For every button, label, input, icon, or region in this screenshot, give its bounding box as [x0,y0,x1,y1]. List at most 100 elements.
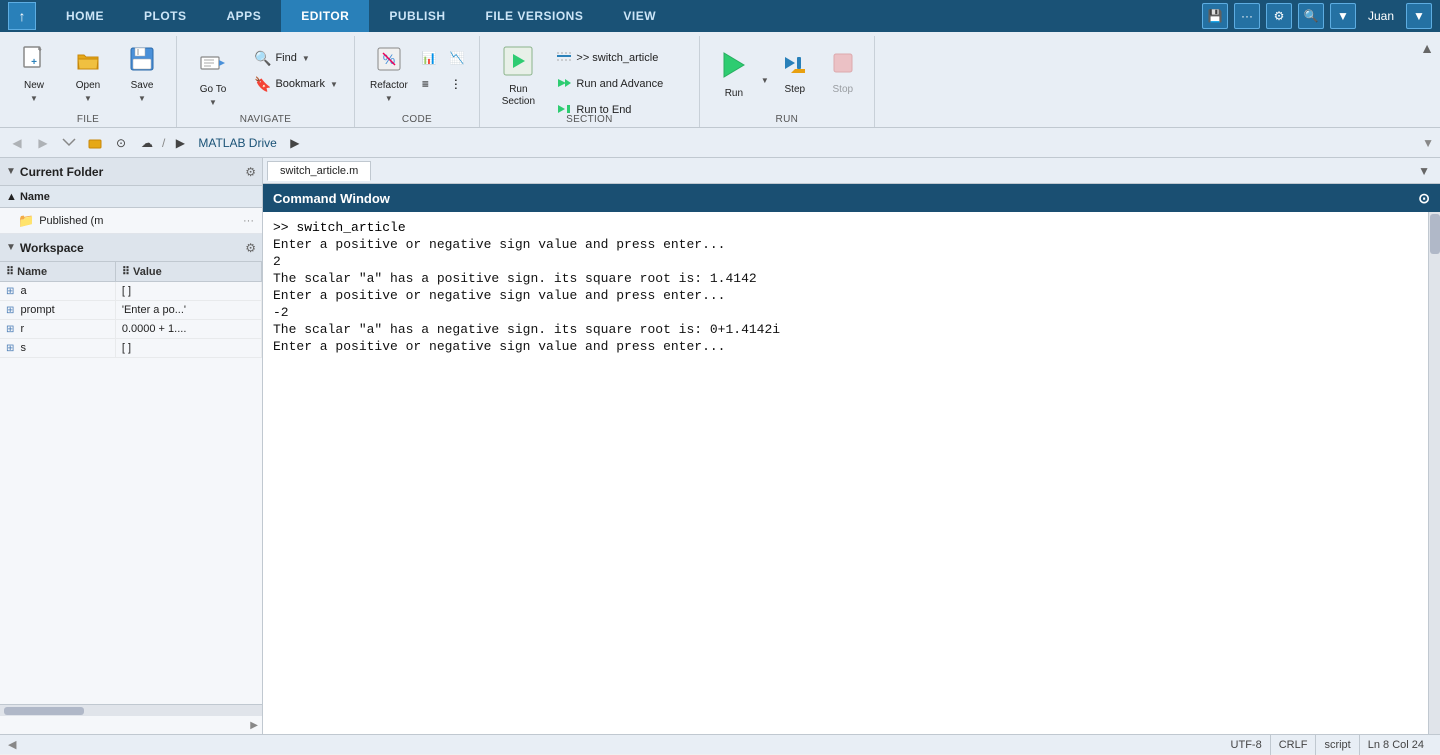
new-icon: + [20,45,48,78]
code-btn3[interactable]: ≡ [417,72,443,96]
bookmark-dropdown-arrow[interactable]: ▼ [329,78,339,91]
refactor-label: Refactor [370,80,408,92]
find-label: Find [275,52,296,64]
cloud-button[interactable]: ☁ [136,132,158,154]
indent1-button[interactable]: 📊 [417,46,443,70]
current-folder-settings[interactable]: ⚙ [245,165,256,179]
scroll-left-arrow[interactable]: ◀ [8,739,16,751]
tab-view[interactable]: VIEW [603,0,676,32]
col-value-icon: ⠿ [122,266,130,278]
tab-publish[interactable]: PUBLISH [369,0,465,32]
cmd-scrollbar[interactable] [1428,212,1440,734]
ribbon-collapse-btn[interactable]: ▲ [1420,40,1434,56]
ribbon-group-run: Run ▼ Step [700,36,875,127]
sidebar-scroll-thumb[interactable] [4,707,84,715]
settings-icon-btn[interactable]: ⚙ [1266,3,1292,29]
open-dropdown-arrow[interactable]: ▼ [83,92,93,105]
workspace-section: ▼ Workspace ⚙ ⠿ Name ⠿ Value [0,234,262,358]
refactor-dropdown-arrow[interactable]: ▼ [384,92,394,105]
code-btn4[interactable]: ⋮ [445,72,471,96]
run-icon [718,49,750,86]
tab-file-versions[interactable]: FILE VERSIONS [466,0,604,32]
svg-text:+: + [31,57,37,68]
workspace-settings[interactable]: ⚙ [245,241,256,255]
col-name-header: ⠿ Name [0,262,115,282]
refactor-button[interactable]: % Refactor ▼ [363,40,415,110]
save-icon-btn[interactable]: 💾 [1202,3,1228,29]
new-button[interactable]: + New ▼ [8,40,60,110]
workspace-title: Workspace [20,241,241,255]
folder-row-dots[interactable]: ··· [243,215,254,227]
cmd-line-5: -2 [273,305,1418,320]
tab-plots[interactable]: PLOTS [124,0,207,32]
tab-bar-collapse[interactable]: ▼ [1412,164,1436,178]
arrow-down-icon-btn[interactable]: ▼ [1330,3,1356,29]
step-button[interactable]: Step [772,44,818,101]
cmd-scroll-thumb[interactable] [1430,214,1440,254]
more-icon-btn[interactable]: ··· [1234,3,1260,29]
run-button[interactable]: Run [708,44,760,105]
command-window: Command Window ⊙ >> switch_article Enter… [263,184,1440,734]
user-dropdown-btn[interactable]: ▼ [1406,3,1432,29]
goto-button[interactable]: Go To ▼ [185,44,241,114]
history-button[interactable]: ⊙ [110,132,132,154]
encoding-seg: UTF-8 [1223,735,1270,755]
editor-tab-switch-article[interactable]: switch_article.m [267,161,371,181]
tab-apps[interactable]: APPS [207,0,282,32]
find-button[interactable]: 🔍 Find ▼ [247,46,346,70]
tab-editor[interactable]: EDITOR [281,0,369,32]
ribbon-group-navigate: Go To ▼ 🔍 Find ▼ 🔖 Bookmark ▼ NAVIGATE [177,36,355,127]
cmd-content[interactable]: >> switch_article Enter a positive or ne… [263,212,1428,734]
sidebar-scrollbar[interactable] [0,704,262,716]
new-dropdown-arrow[interactable]: ▼ [29,92,39,105]
workspace-header[interactable]: ▼ Workspace ⚙ [0,234,262,262]
step-icon [781,49,809,82]
up-folder-button[interactable] [58,132,80,154]
run-section-label: Run Section [502,84,535,108]
stop-button[interactable]: Stop [820,44,866,101]
cmd-line-1: Enter a positive or negative sign value … [273,237,1418,252]
run-section-button[interactable]: Run Section [489,40,547,113]
var-a-icon: ⊞ [6,286,14,297]
current-folder-arrow: ▼ [6,166,16,177]
section-break-button[interactable]: >> switch_article [549,46,689,70]
menu-bar: ↑ HOME PLOTS APPS EDITOR PUBLISH FILE VE… [0,0,1440,32]
run-label: Run [725,88,743,100]
open-button[interactable]: Open ▼ [62,40,114,110]
search-icon-btn[interactable]: 🔍 [1298,3,1324,29]
save-button[interactable]: Save ▼ [116,40,168,110]
cmd-collapse-icon[interactable]: ⊙ [1418,190,1430,207]
script-seg: script [1315,735,1358,755]
var-s-icon: ⊞ [6,343,14,354]
cmd-line-2: 2 [273,254,1418,269]
find-dropdown-arrow[interactable]: ▼ [301,52,311,65]
forward-button[interactable]: ▶ [32,132,54,154]
path-matlab-drive[interactable]: MATLAB Drive [195,136,279,150]
status-left: ◀ [8,738,1211,751]
name-col-header: ▲ Name [6,191,50,203]
line-ending-seg: CRLF [1270,735,1316,755]
sidebar-scroll-right-arrow[interactable]: ▶ [250,720,258,731]
user-label[interactable]: Juan [1362,9,1400,23]
tab-home[interactable]: HOME [46,0,124,32]
browse-folder-button[interactable] [84,132,106,154]
save-dropdown-arrow[interactable]: ▼ [137,92,147,105]
file-group-label: FILE [77,114,99,125]
save-label: Save [131,80,154,92]
path-nav-btn[interactable]: ▶ [284,132,306,154]
main-layout: ▼ Current Folder ⚙ ▲ Name 📁 Published (m… [0,158,1440,734]
run-advance-button[interactable]: Run and Advance [549,72,689,96]
path-expand-btn[interactable]: ▶ [169,132,191,154]
run-dropdown-arrow[interactable]: ▼ [760,74,770,87]
var-prompt-icon: ⊞ [6,305,14,316]
code-icon4: ⋮ [450,77,462,91]
indent2-button[interactable]: 📉 [445,46,471,70]
refactor-icon: % [375,45,403,78]
current-folder-header[interactable]: ▼ Current Folder ⚙ [0,158,262,186]
goto-dropdown-arrow[interactable]: ▼ [208,96,218,109]
bookmark-button[interactable]: 🔖 Bookmark ▼ [247,72,346,96]
back-button[interactable]: ◀ [6,132,28,154]
path-dropdown-arrow[interactable]: ▼ [1422,136,1434,150]
published-folder-row[interactable]: 📁 Published (m ··· [0,208,262,234]
menu-right-icons: 💾 ··· ⚙ 🔍 ▼ Juan ▼ [1202,3,1432,29]
